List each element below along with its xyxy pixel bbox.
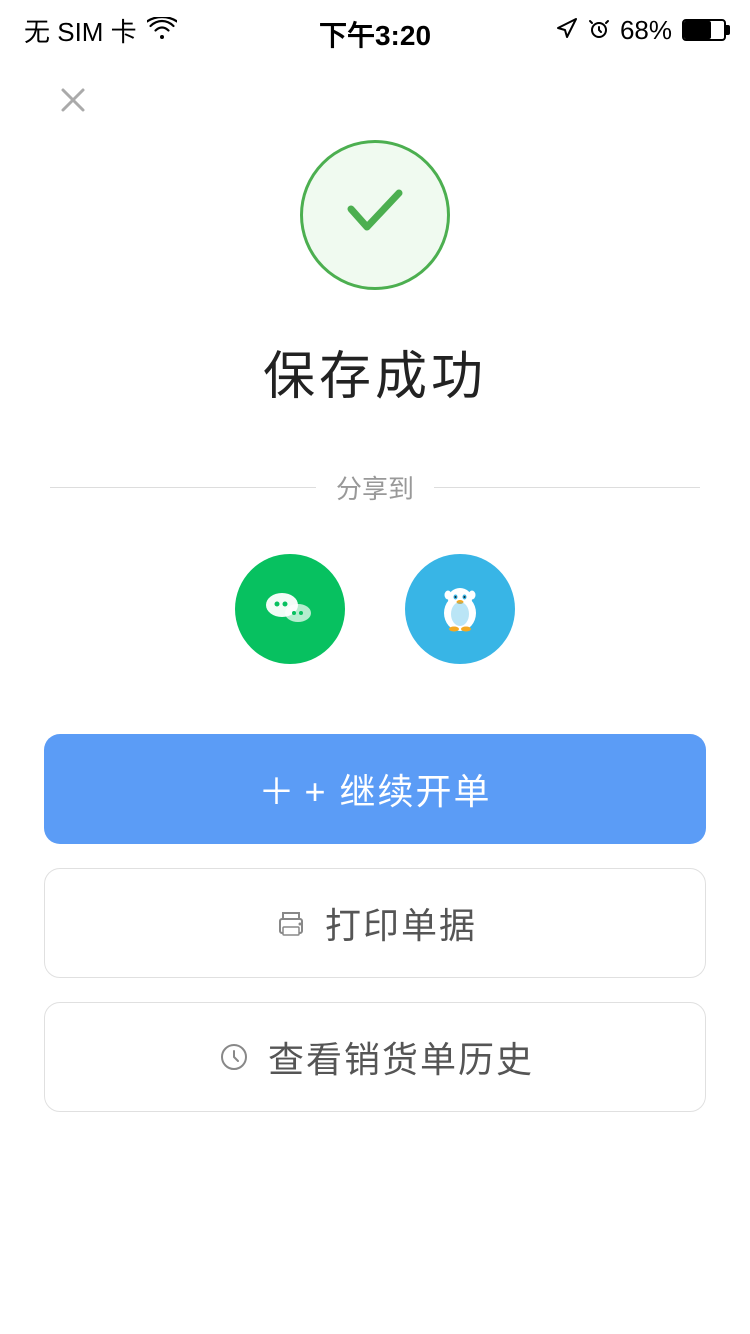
print-receipt-button[interactable]: 打印单据 xyxy=(44,868,706,978)
share-section-header: 分享到 xyxy=(0,469,750,506)
main-content: 保存成功 分享到 xyxy=(0,60,750,1112)
success-indicator xyxy=(300,140,450,290)
battery-pct-label: 68% xyxy=(620,15,672,46)
history-icon xyxy=(216,1039,252,1075)
status-time: 下午3:20 xyxy=(319,14,431,54)
share-icons-row xyxy=(235,554,515,664)
continue-order-label: + 继续开单 xyxy=(304,763,491,815)
share-qq-button[interactable] xyxy=(405,554,515,664)
view-history-button[interactable]: 查看销货单历史 xyxy=(44,1002,706,1112)
alarm-icon xyxy=(588,15,610,46)
share-wechat-button[interactable] xyxy=(235,554,345,664)
continue-order-button[interactable]: ＋ + 继续开单 xyxy=(44,734,706,844)
action-buttons: ＋ + 继续开单 打印单据 查看销货单历史 xyxy=(0,734,750,1112)
print-receipt-label: 打印单据 xyxy=(325,897,477,949)
printer-icon xyxy=(273,905,309,941)
close-button[interactable] xyxy=(48,75,98,125)
status-right: 68% xyxy=(556,15,726,46)
status-left: 无 SIM 卡 xyxy=(24,12,177,49)
location-icon xyxy=(556,15,578,46)
divider-left xyxy=(50,487,316,488)
carrier-label: 无 SIM 卡 xyxy=(24,12,137,49)
plus-icon: ＋ xyxy=(258,763,296,815)
view-history-label: 查看销货单历史 xyxy=(268,1031,534,1083)
divider-right xyxy=(434,487,700,488)
success-title: 保存成功 xyxy=(263,334,487,409)
checkmark-icon xyxy=(335,169,415,262)
share-label: 分享到 xyxy=(336,469,414,506)
battery-icon xyxy=(682,19,726,41)
wifi-icon xyxy=(147,15,177,46)
status-bar: 无 SIM 卡 下午3:20 68% xyxy=(0,0,750,60)
